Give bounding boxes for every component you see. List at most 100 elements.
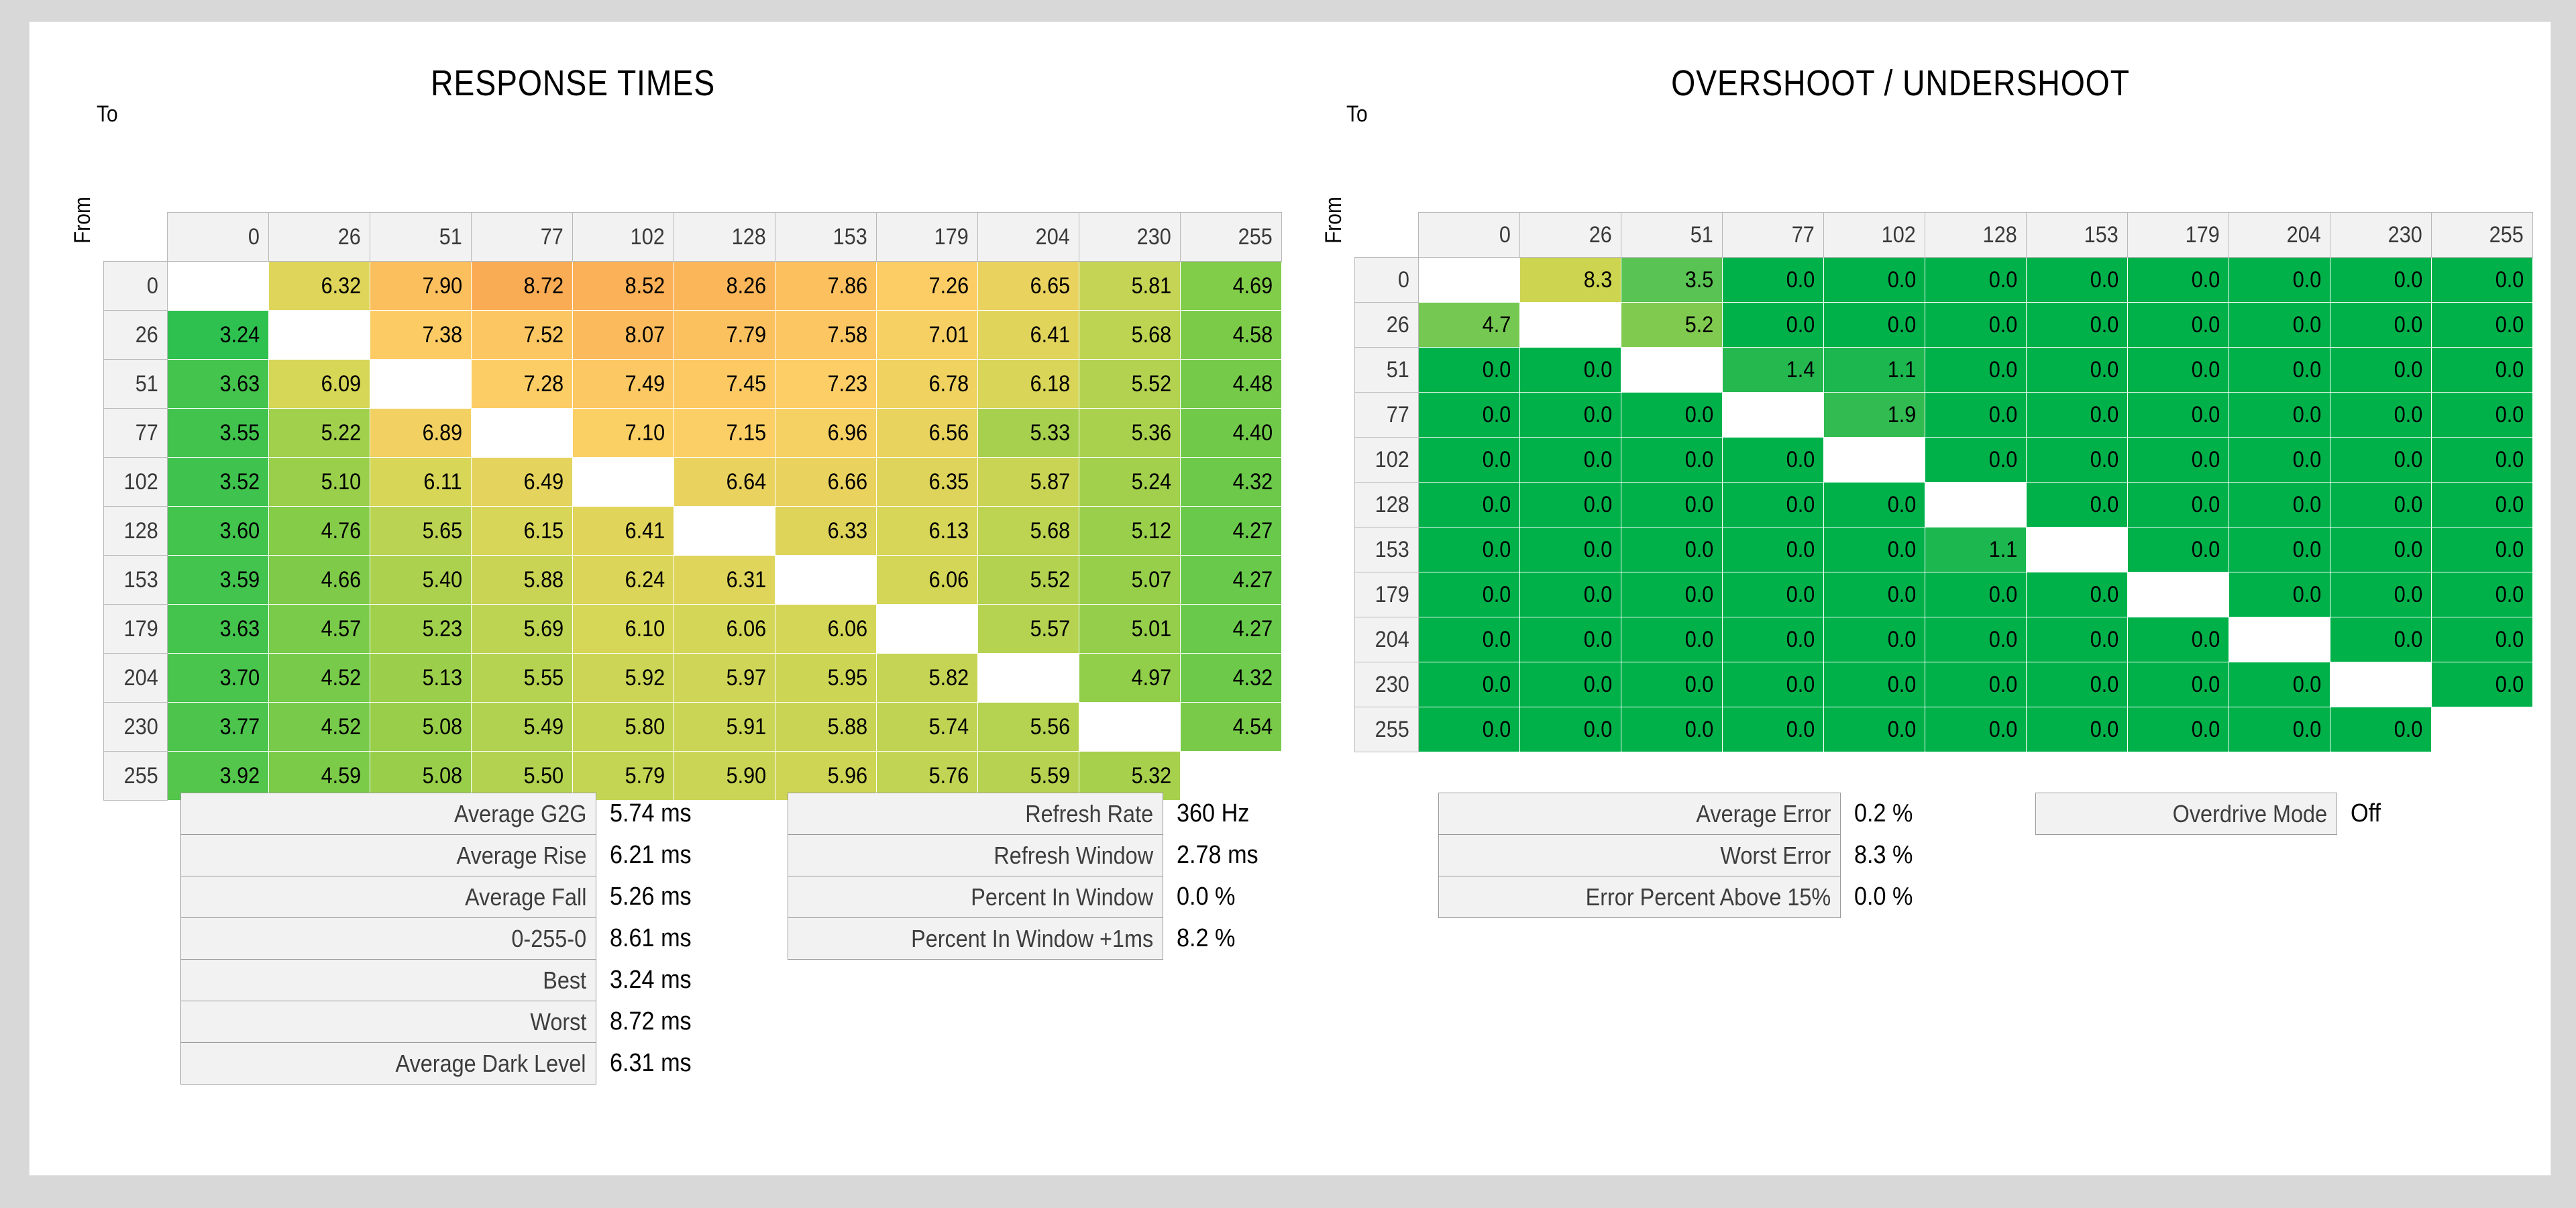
response-times-row-header: 230 — [103, 702, 168, 752]
response-times-cell: 7.23 — [775, 359, 877, 409]
response-times-to-label: To — [97, 101, 118, 127]
overshoot-cell: 0.0 — [2330, 572, 2432, 617]
refresh-stat-row: Percent In Window +1ms — [788, 917, 1163, 960]
overshoot-cell: 0.0 — [1418, 392, 1520, 438]
overshoot-cell: 0.0 — [2330, 347, 2432, 393]
response-times-cell: 5.23 — [370, 604, 472, 654]
response-times-cell: 6.09 — [268, 359, 370, 409]
overshoot-row: 77 0.0 0.0 0.0 1.9 0.0 0.0 0.0 0.0 0.0 0.0 — [1354, 392, 2533, 438]
response-times-cell: 6.41 — [572, 506, 674, 556]
response-times-diagonal-cell — [775, 555, 877, 605]
response-times-cell: 5.40 — [370, 555, 472, 605]
response-times-col-header: 0 — [167, 212, 269, 262]
response-times-cell: 5.33 — [977, 408, 1079, 458]
response-times-row-header: 255 — [103, 751, 168, 801]
response-times-diagonal-cell — [471, 408, 573, 458]
overshoot-cell: 0.0 — [1519, 392, 1621, 438]
overshoot-cell: 0.0 — [2229, 257, 2330, 303]
response-times-cell: 5.01 — [1079, 604, 1181, 654]
response-times-col-header: 77 — [471, 212, 573, 262]
overshoot-col-header: 51 — [1621, 212, 1723, 258]
overshoot-cell: 0.0 — [1519, 707, 1621, 752]
response-times-row-header: 26 — [103, 310, 168, 360]
overshoot-row: 255 0.0 0.0 0.0 0.0 0.0 0.0 0.0 0.0 0.0 0.0 — [1354, 707, 2533, 752]
g2g-stat-row: 0-255-0 — [180, 917, 596, 960]
overshoot-cell: 0.0 — [2026, 392, 2128, 438]
overshoot-row: 102 0.0 0.0 0.0 0.0 0.0 0.0 0.0 0.0 0.0 0.0 — [1354, 437, 2533, 483]
response-times-cell: 7.26 — [876, 261, 978, 311]
response-times-cell: 5.97 — [674, 653, 775, 703]
overshoot-diagonal-cell — [2431, 707, 2533, 752]
overshoot-cell: 0.0 — [2431, 347, 2533, 393]
overshoot-cell: 0.0 — [1621, 482, 1723, 527]
error-stat-row: Average Error — [1438, 793, 1841, 835]
overshoot-header-row: 0 26 51 77 102 128 153 179 204 230 255 — [1354, 212, 2533, 258]
response-times-cell: 5.87 — [977, 457, 1079, 507]
overshoot-cell: 0.0 — [1722, 572, 1824, 617]
overshoot-cell: 0.0 — [1925, 437, 2027, 483]
error-stat-label: Error Percent Above 15% — [1438, 876, 1841, 918]
overshoot-diagonal-cell — [2026, 527, 2128, 572]
overshoot-cell: 0.0 — [2431, 527, 2533, 572]
error-stat-row: Error Percent Above 15% — [1438, 876, 1841, 918]
response-times-cell: 4.54 — [1180, 702, 1282, 752]
response-times-cell: 4.48 — [1180, 359, 1282, 409]
error-stat-value: 8.3 % — [1854, 841, 1913, 869]
response-times-row-header: 0 — [103, 261, 168, 311]
response-times-cell: 8.26 — [674, 261, 775, 311]
response-times-cell: 4.58 — [1180, 310, 1282, 360]
overshoot-col-header: 230 — [2330, 212, 2432, 258]
response-times-cell: 4.32 — [1180, 653, 1282, 703]
response-times-title: RESPONSE TIMES — [430, 63, 716, 103]
overshoot-cell: 0.0 — [2229, 662, 2330, 707]
overshoot-cell: 0.0 — [2431, 437, 2533, 483]
overshoot-cell: 0.0 — [2431, 392, 2533, 438]
response-times-row: 51 3.63 6.09 7.28 7.49 7.45 7.23 6.78 6.18 5.52 4.… — [103, 359, 1282, 409]
overshoot-cell: 0.0 — [1722, 707, 1824, 752]
response-times-cell: 7.28 — [471, 359, 573, 409]
response-times-cell: 5.36 — [1079, 408, 1181, 458]
response-times-col-header: 204 — [977, 212, 1079, 262]
overshoot-col-header: 204 — [2229, 212, 2330, 258]
response-times-cell: 5.88 — [471, 555, 573, 605]
response-times-cell: 4.40 — [1180, 408, 1282, 458]
response-times-row: 128 3.60 4.76 5.65 6.15 6.41 6.33 6.13 5.68 5.12 4… — [103, 506, 1282, 556]
overshoot-matrix: 0 26 51 77 102 128 153 179 204 230 255 0 8.3 3.5 0.0 0.… — [1354, 212, 2533, 752]
response-times-row-header: 102 — [103, 457, 168, 507]
g2g-stat-row: Average Fall — [180, 876, 596, 918]
overshoot-row-header: 179 — [1354, 572, 1419, 617]
response-times-row-header: 128 — [103, 506, 168, 556]
response-times-cell: 6.35 — [876, 457, 978, 507]
response-times-cell: 5.07 — [1079, 555, 1181, 605]
overshoot-cell: 0.0 — [2026, 707, 2128, 752]
overshoot-cell: 0.0 — [1925, 302, 2027, 348]
response-times-cell: 3.52 — [167, 457, 269, 507]
g2g-stat-value: 8.72 ms — [610, 1007, 692, 1036]
response-times-cell: 5.52 — [977, 555, 1079, 605]
overshoot-row-header: 26 — [1354, 302, 1419, 348]
overshoot-cell: 0.0 — [2431, 662, 2533, 707]
overshoot-diagonal-cell — [2330, 662, 2432, 707]
overshoot-cell: 0.0 — [2127, 302, 2229, 348]
response-times-row-header: 153 — [103, 555, 168, 605]
response-times-cell: 4.66 — [268, 555, 370, 605]
response-times-cell: 5.65 — [370, 506, 472, 556]
overshoot-cell: 4.7 — [1418, 302, 1520, 348]
g2g-stat-label: Average G2G — [180, 793, 596, 835]
response-times-row-header: 204 — [103, 653, 168, 703]
overshoot-row-header: 102 — [1354, 437, 1419, 483]
overshoot-cell: 0.0 — [2229, 392, 2330, 438]
response-times-cell: 6.41 — [977, 310, 1079, 360]
overdrive-stats-panel: Overdrive Mode Off — [2035, 793, 2381, 835]
response-times-cell: 5.55 — [471, 653, 573, 703]
overshoot-row: 230 0.0 0.0 0.0 0.0 0.0 0.0 0.0 0.0 0.0 0.0 — [1354, 662, 2533, 707]
overshoot-col-header: 255 — [2431, 212, 2533, 258]
overshoot-cell: 0.0 — [1418, 482, 1520, 527]
response-times-cell: 6.64 — [674, 457, 775, 507]
response-times-cell: 5.08 — [370, 702, 472, 752]
response-times-cell: 6.96 — [775, 408, 877, 458]
refresh-stats-panel: Refresh Rate Refresh Window Percent In Win… — [788, 793, 1258, 960]
g2g-stats-panel: Average G2G Average Rise Average Fall 0-255… — [180, 793, 692, 1085]
response-times-diagonal-cell — [876, 604, 978, 654]
response-times-cell: 5.69 — [471, 604, 573, 654]
